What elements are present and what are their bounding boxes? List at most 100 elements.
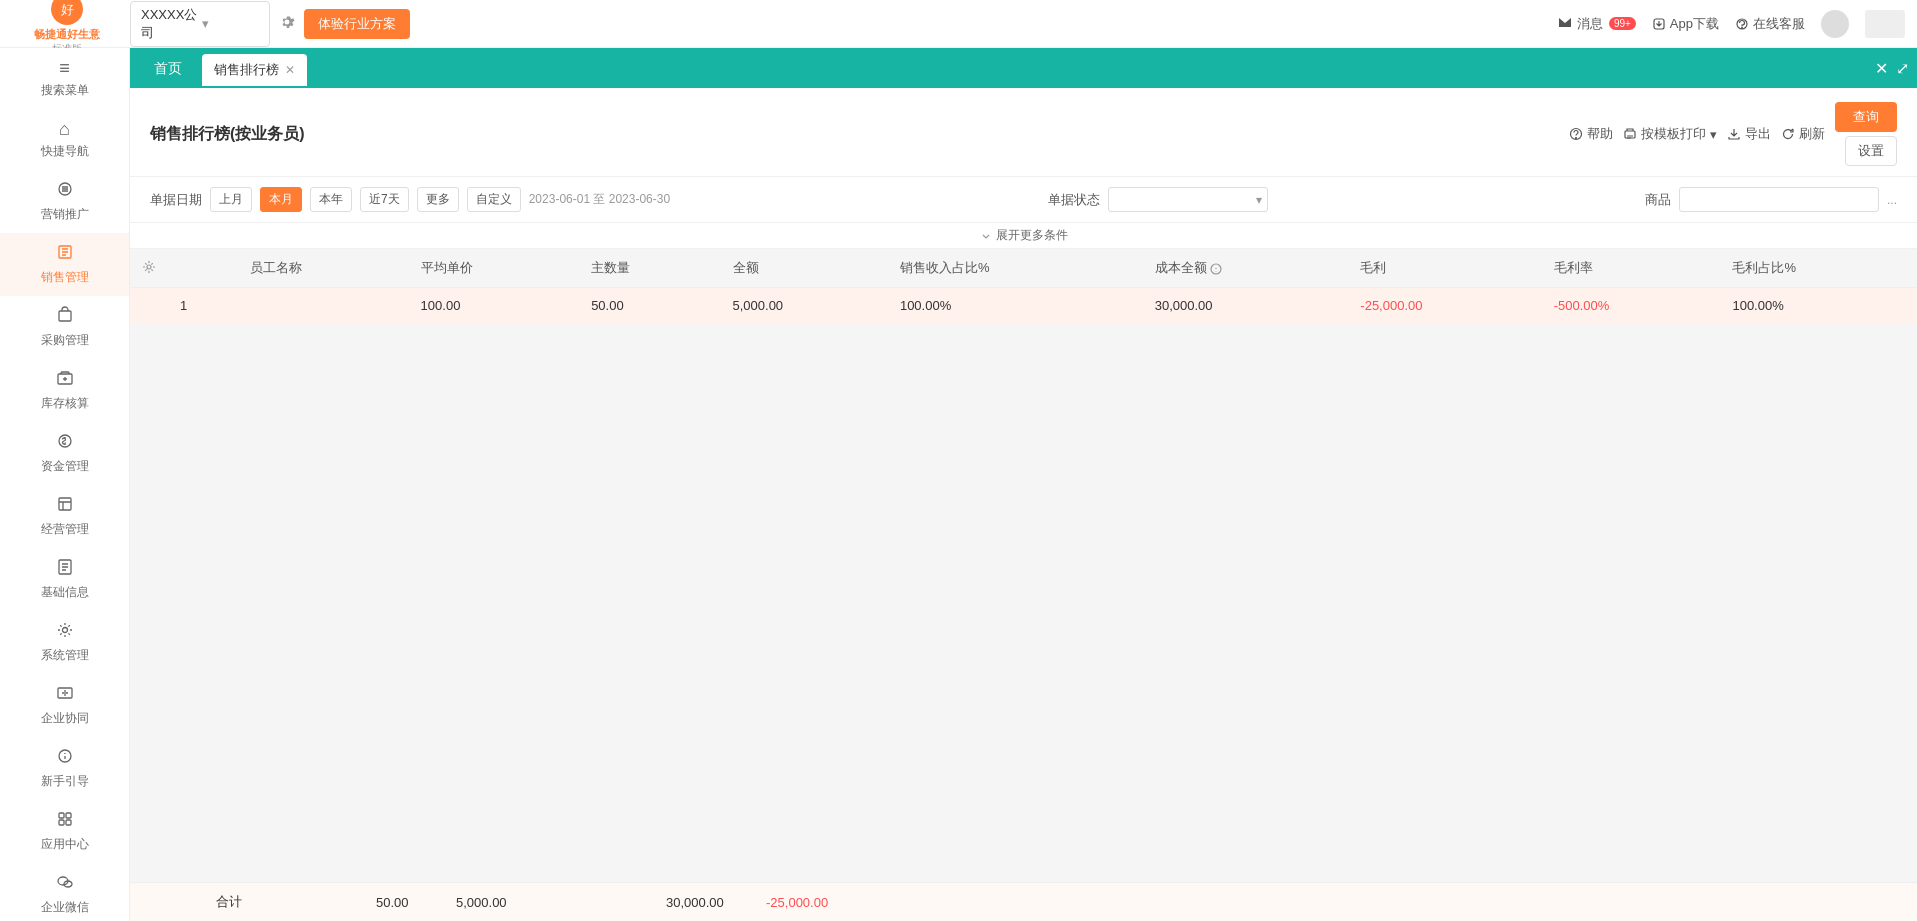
template-print-button[interactable]: 按模板打印 ▾ [1623,125,1717,143]
expand-more-row[interactable]: 展开更多条件 [130,223,1917,249]
help-button[interactable]: 帮助 [1569,125,1613,143]
purchase-icon [56,306,74,329]
goods-filter-label: 商品 [1645,191,1671,209]
sidebar-item-search-order-label: 搜索菜单 [41,82,89,99]
sales-icon [56,243,74,266]
tab-sales-rank[interactable]: 销售排行榜 ✕ [202,54,307,86]
cell-avg-price: 100.00 [409,288,580,324]
message-button[interactable]: 消息 99+ [1557,15,1636,33]
sidebar-item-system[interactable]: 系统管理 [0,611,129,674]
sidebar-item-search-order[interactable]: ≡ 搜索菜单 [0,48,129,109]
basicinfo-icon [56,558,74,581]
sidebar-item-finance[interactable]: 资金管理 [0,422,129,485]
app-download-label: App下载 [1670,15,1719,33]
table-row: 1 100.00 50.00 5,000.00 100.00% 30,000.0… [130,288,1917,324]
svg-rect-6 [59,311,71,321]
sidebar-item-quick-nav[interactable]: ⌂ 快捷导航 [0,109,129,170]
sidebar-item-sales[interactable]: 销售管理 [0,233,129,296]
col-rank [168,249,238,288]
refresh-label: 刷新 [1799,125,1825,143]
tab-bar-expand-icon[interactable]: ⤢ [1896,59,1909,78]
cell-rank: 1 [168,288,238,324]
footer-main-qty: 50.00 [376,895,456,910]
svg-rect-16 [59,820,64,825]
svg-point-11 [62,628,67,633]
sidebar-item-marketing[interactable]: 营销推广 [0,170,129,233]
status-select[interactable] [1108,187,1268,212]
sidebar-item-quick-nav-label: 快捷导航 [41,143,89,160]
tab-sales-rank-label: 销售排行榜 [214,61,279,79]
date-btn-this-month[interactable]: 本月 [260,187,302,212]
template-print-chevron: ▾ [1710,127,1717,142]
svg-rect-22 [1625,131,1635,138]
settings-button[interactable]: 设置 [1845,136,1897,166]
tab-bar-close-icon[interactable]: ✕ [1875,59,1888,78]
appstore-icon [56,810,74,833]
date-btn-custom[interactable]: 自定义 [467,187,521,212]
tab-home[interactable]: 首页 [138,48,198,88]
marketing-icon [56,180,74,203]
table-wrap: 员工名称 平均单价 主数量 全额 销售收入占比% 成本全额 毛利 毛利率 毛利占… [130,249,1917,324]
online-support-button[interactable]: 在线客服 [1735,15,1805,33]
sidebar-item-inventory-label: 库存核算 [41,395,89,412]
sidebar-item-guide-label: 新手引导 [41,773,89,790]
goods-input[interactable] [1679,187,1879,212]
col-amount: 全额 [721,249,888,288]
cell-amount: 5,000.00 [721,288,888,324]
company-selector[interactable]: XXXXX公司 ▾ [130,1,270,47]
col-cost-amount: 成本全额 [1143,249,1349,288]
footer-gross-profit: -25,000.00 [766,895,866,910]
sidebar-item-operations-label: 经营管理 [41,521,89,538]
sidebar-item-enterprise[interactable]: 企业协同 [0,674,129,737]
message-label: 消息 [1577,15,1603,33]
col-gross-pct: 毛利占比% [1720,249,1917,288]
sidebar-item-inventory[interactable]: 库存核算 [0,359,129,422]
top-settings-button[interactable] [278,13,296,35]
cell-main-qty: 50.00 [579,288,720,324]
sidebar-item-weixin[interactable]: 企业微信 [0,863,129,921]
footer-total-label: 合计 [216,893,296,911]
col-gross-rate: 毛利率 [1542,249,1721,288]
app-download-button[interactable]: App下载 [1652,15,1719,33]
goods-more-btn[interactable]: ... [1887,193,1897,207]
sidebar-item-guide[interactable]: 新手引导 [0,737,129,800]
message-badge: 99+ [1609,17,1636,30]
sidebar-item-finance-label: 资金管理 [41,458,89,475]
refresh-button[interactable]: 刷新 [1781,125,1825,143]
sidebar-item-basicinfo-label: 基础信息 [41,584,89,601]
sidebar-item-system-label: 系统管理 [41,647,89,664]
col-employee-name: 员工名称 [238,249,409,288]
sidebar-item-appstore[interactable]: 应用中心 [0,800,129,863]
query-button[interactable]: 查询 [1835,102,1897,132]
sidebar-item-appstore-label: 应用中心 [41,836,89,853]
svg-text:好: 好 [61,2,74,17]
footer-amount: 5,000.00 [456,895,556,910]
operations-icon [56,495,74,518]
quick-nav-icon: ⌂ [59,119,70,140]
sidebar-item-operations[interactable]: 经营管理 [0,485,129,548]
online-support-label: 在线客服 [1753,15,1805,33]
svg-rect-15 [66,813,71,818]
svg-rect-17 [66,820,71,825]
date-btn-last-month[interactable]: 上月 [210,187,252,212]
date-btn-more[interactable]: 更多 [417,187,459,212]
date-btn-this-year[interactable]: 本年 [310,187,352,212]
cell-sales-pct: 100.00% [888,288,1143,324]
export-button[interactable]: 导出 [1727,125,1771,143]
sidebar-item-purchase[interactable]: 采购管理 [0,296,129,359]
col-main-qty: 主数量 [579,249,720,288]
trial-button[interactable]: 体验行业方案 [304,9,410,39]
sidebar-item-basicinfo[interactable]: 基础信息 [0,548,129,611]
footer-total-row: 合计 50.00 5,000.00 30,000.00 -25,000.00 [130,882,1917,921]
cell-settings [130,288,168,324]
system-icon [56,621,74,644]
cell-gross-profit: -25,000.00 [1348,288,1541,324]
avatar [1821,10,1849,38]
col-settings[interactable] [130,249,168,288]
tab-close-icon[interactable]: ✕ [285,63,295,77]
col-sales-pct: 销售收入占比% [888,249,1143,288]
date-btn-7days[interactable]: 近7天 [360,187,409,212]
logo-main-text: 畅捷通好生意 [34,27,100,42]
finance-icon [56,432,74,455]
svg-point-21 [1576,138,1577,139]
